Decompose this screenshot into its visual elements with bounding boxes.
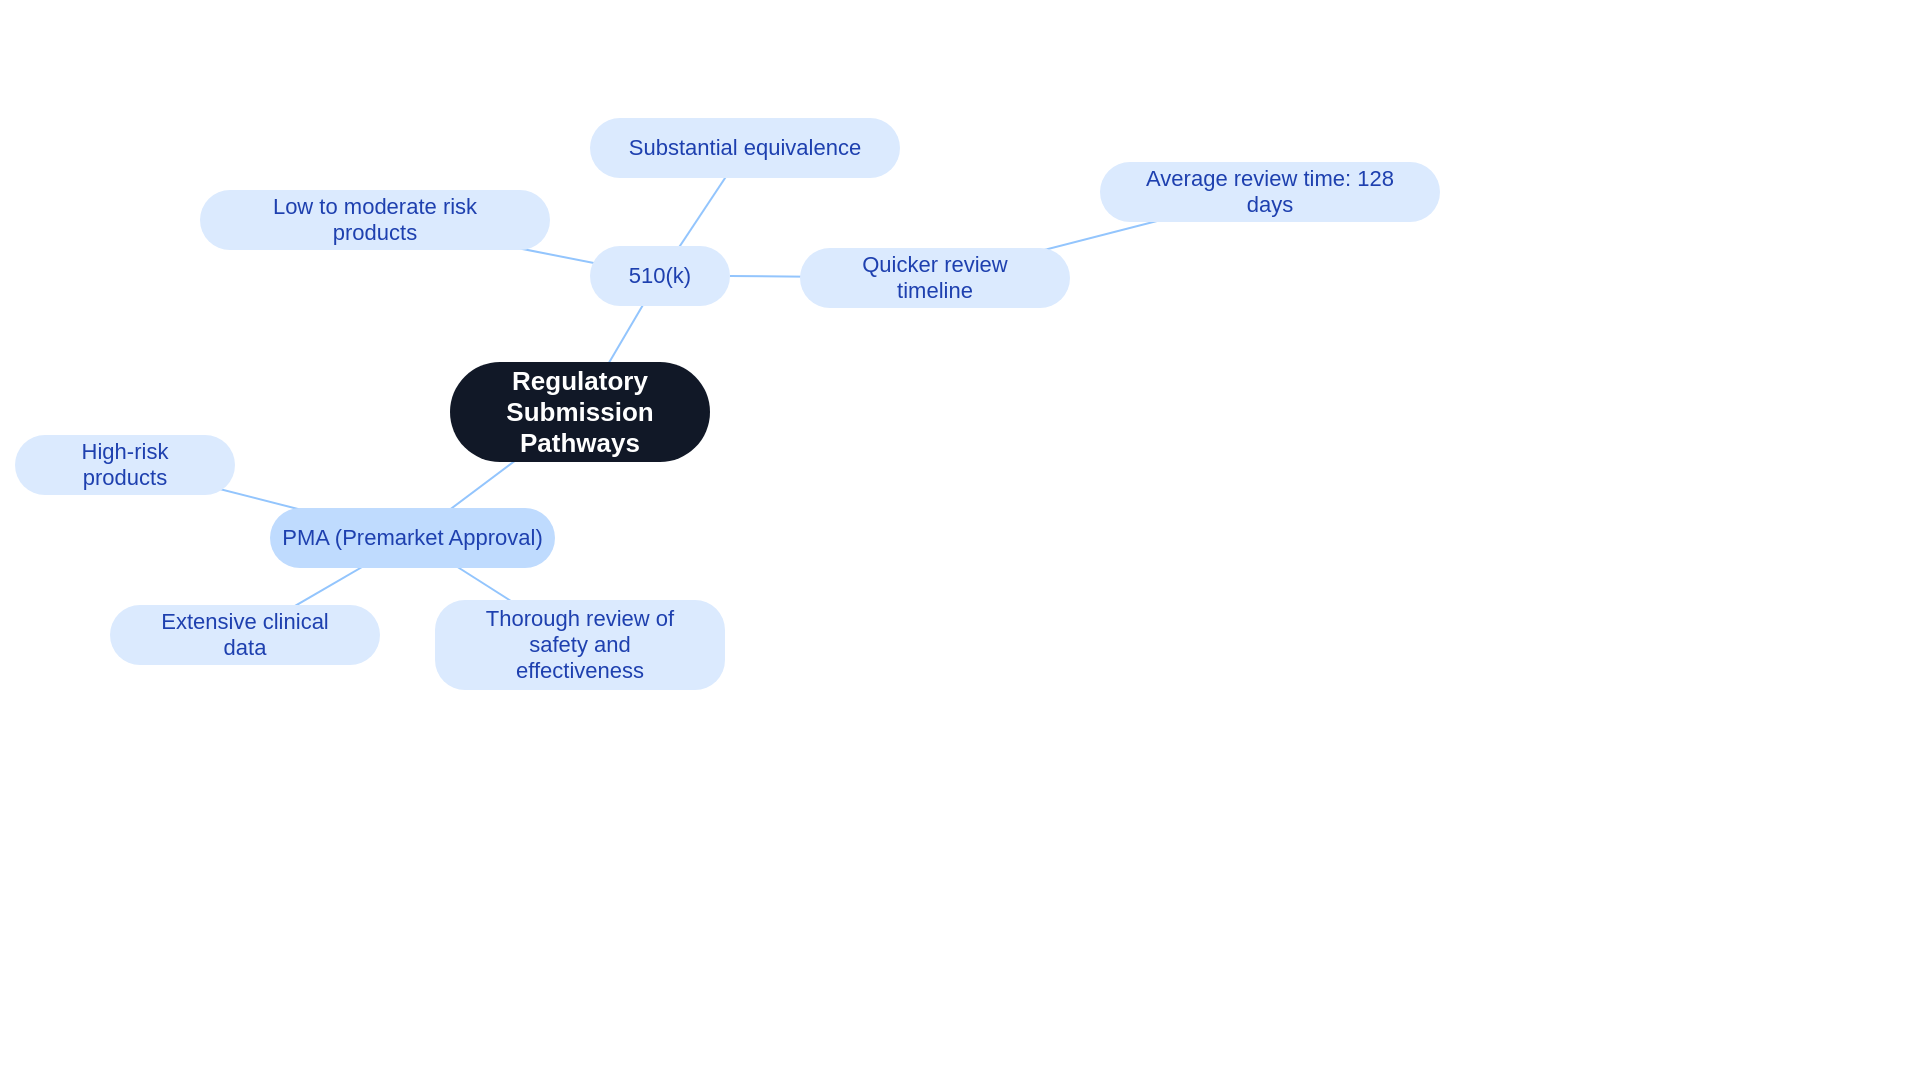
node-pma-label: PMA (Premarket Approval)	[282, 525, 542, 551]
substantial-label: Substantial equivalence	[629, 135, 861, 161]
thorough-review-label: Thorough review of safety and effectiven…	[463, 606, 697, 684]
node-pma: PMA (Premarket Approval)	[270, 508, 555, 568]
node-clinical-data: Extensive clinical data	[110, 605, 380, 665]
node-510k-label: 510(k)	[629, 263, 691, 289]
node-low-risk: Low to moderate risk products	[200, 190, 550, 250]
node-thorough-review: Thorough review of safety and effectiven…	[435, 600, 725, 690]
node-substantial-equivalence: Substantial equivalence	[590, 118, 900, 178]
clinical-data-label: Extensive clinical data	[138, 609, 352, 661]
node-510k: 510(k)	[590, 246, 730, 306]
central-label: Regulatory Submission Pathways	[450, 366, 710, 459]
central-node: Regulatory Submission Pathways	[450, 362, 710, 462]
avg-time-label: Average review time: 128 days	[1128, 166, 1412, 218]
low-risk-label: Low to moderate risk products	[228, 194, 522, 246]
node-quicker-review: Quicker review timeline	[800, 248, 1070, 308]
node-high-risk: High-risk products	[15, 435, 235, 495]
quicker-review-label: Quicker review timeline	[828, 252, 1042, 304]
node-avg-review-time: Average review time: 128 days	[1100, 162, 1440, 222]
high-risk-label: High-risk products	[43, 439, 207, 491]
